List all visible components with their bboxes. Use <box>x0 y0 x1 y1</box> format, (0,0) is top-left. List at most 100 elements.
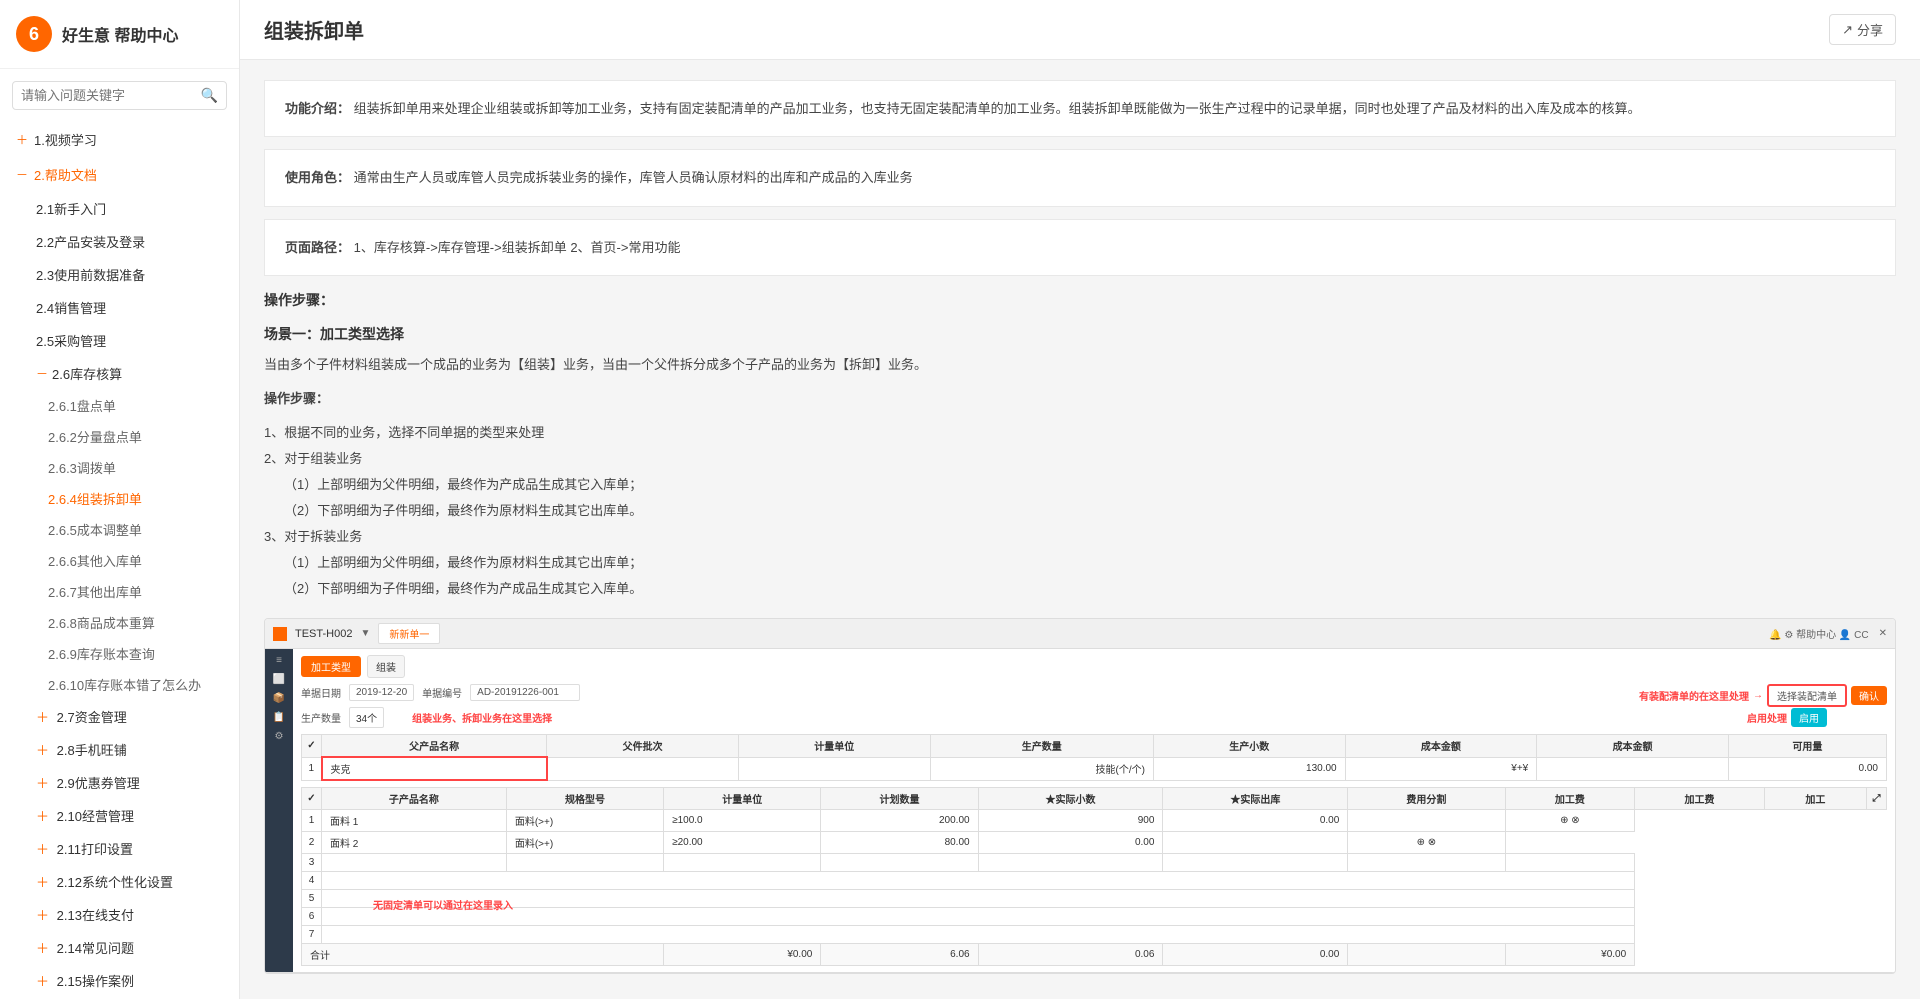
mock-footer-v6: ¥0.00 <box>1505 944 1635 966</box>
mock-table-col3: 计量单位 <box>738 735 930 758</box>
mock-sub-r1-plan: 200.00 <box>821 810 978 832</box>
mock-sub-r1-check: 1 <box>302 810 322 832</box>
mock-footer-v2: 6.06 <box>821 944 978 966</box>
search-input[interactable] <box>21 88 201 103</box>
path-text: 页面路径： 1、库存核算->库存管理->组装拆卸单 2、首页->常用功能 <box>285 236 1875 259</box>
mock-footer-v5 <box>1348 944 1505 966</box>
sidebar-item-label: 2.帮助文档 <box>34 165 97 184</box>
page-title: 组装拆卸单 <box>264 15 364 44</box>
sidebar-item-266[interactable]: 2.6.6其他入库单 <box>0 545 239 576</box>
sidebar-item-212[interactable]: ＋ 2.12系统个性化设置 <box>0 865 239 898</box>
mock-sub-r1-unit: ≥100.0 <box>664 810 821 832</box>
mock-row1-qty2: 130.00 <box>1153 757 1345 780</box>
mock-form-date: 2019-12-20 <box>349 684 414 701</box>
mock-sub-r3-c7 <box>1348 854 1505 872</box>
annotation3-text: 组装业务、拆卸业务在这里选择 <box>412 710 552 725</box>
search-icon[interactable]: 🔍 <box>201 87 218 104</box>
sidebar-item-28[interactable]: ＋ 2.8手机旺铺 <box>0 733 239 766</box>
mock-left-icon-3: 📦 <box>273 693 285 704</box>
sidebar-item-210[interactable]: ＋ 2.10经营管理 <box>0 799 239 832</box>
sidebar-item-211[interactable]: ＋ 2.11打印设置 <box>0 832 239 865</box>
mock-sub-r1-name: 面料 1 <box>322 810 507 832</box>
minus-icon-26: － <box>36 365 48 382</box>
sidebar-item-268[interactable]: 2.6.8商品成本重算 <box>0 607 239 638</box>
sidebar-item-23[interactable]: 2.3使用前数据准备 <box>0 258 239 291</box>
step-2-sub-2: （2）下部明细为子件明细，最终作为原材料生成其它出库单。 <box>284 498 1896 524</box>
mock-sub-r1-proc: ⊕ ⊗ <box>1505 810 1635 832</box>
step-1: 1、根据不同的业务，选择不同单据的类型来处理 <box>264 420 1896 446</box>
mock-sub-col3: 计量单位 <box>664 788 821 810</box>
step-3-sub-2: （2）下部明细为子件明细，最终作为产成品生成其它入库单。 <box>284 576 1896 602</box>
sidebar-item-docs[interactable]: － 2.帮助文档 <box>0 157 239 192</box>
sidebar-item-21[interactable]: 2.1新手入门 <box>0 192 239 225</box>
mock-table-col7: 成本金额 <box>1537 735 1729 758</box>
sidebar-item-27[interactable]: ＋ 2.7资金管理 <box>0 700 239 733</box>
main-area: 组装拆卸单 ↗ 分享 功能介绍： 组装拆卸单用来处理企业组装或拆卸等加工业务，支… <box>240 0 1920 999</box>
mock-confirm-btn[interactable]: 确认 <box>1851 686 1887 705</box>
mock-sub-r4-check: 4 <box>302 872 322 890</box>
mock-sub-col7: 费用分割 <box>1348 788 1505 810</box>
mock-sub-r2-proc: ⊕ ⊗ <box>1348 832 1505 854</box>
mock-new-btn[interactable]: 新新单一 <box>378 623 440 644</box>
mock-title: TEST-H002 <box>295 628 352 640</box>
mock-table-col8: 可用量 <box>1728 735 1886 758</box>
annotation4-text: 启用处理 <box>1747 710 1787 725</box>
logo-area: 6 好生意 帮助中心 <box>0 0 239 69</box>
mock-cancel-btn[interactable]: 组装 <box>367 655 405 678</box>
func-intro-text: 功能介绍： 组装拆卸单用来处理企业组装或拆卸等加工业务，支持有固定装配清单的产品… <box>285 97 1875 120</box>
logo-text: 好生意 帮助中心 <box>62 22 178 46</box>
mock-sub-r2-spec: 面料(>+) <box>506 832 663 854</box>
mock-sub-r3-c6 <box>1163 854 1348 872</box>
mock-left-icon-1: ≡ <box>276 655 282 666</box>
mock-screenshot: TEST-H002 ▼ 新新单一 🔔 ⚙ 帮助中心 👤 CC ✕ <box>265 619 1895 973</box>
sidebar-item-24[interactable]: 2.4销售管理 <box>0 291 239 324</box>
sidebar-item-265[interactable]: 2.6.5成本调整单 <box>0 514 239 545</box>
sidebar-item-26[interactable]: － 2.6库存核算 <box>0 357 239 390</box>
sidebar-item-video[interactable]: ＋ 1.视频学习 <box>0 122 239 157</box>
mock-sub-r2-act: 0.00 <box>978 832 1163 854</box>
mock-sub-r3-c2 <box>506 854 663 872</box>
step-2-sub-1: （1）上部明细为父件明细，最终作为产成品生成其它入库单； <box>284 472 1896 498</box>
sidebar-item-261[interactable]: 2.6.1盘点单 <box>0 390 239 421</box>
mock-left-icon-4: 📋 <box>273 712 285 723</box>
mock-left-icon-5: ⚙ <box>275 731 284 742</box>
share-icon: ↗ <box>1842 22 1853 38</box>
sidebar-item-2610[interactable]: 2.6.10库存账本错了怎么办 <box>0 669 239 700</box>
sidebar-item-25[interactable]: 2.5采购管理 <box>0 324 239 357</box>
mock-sub-col8: 加工费 <box>1505 788 1635 810</box>
sidebar-item-214[interactable]: ＋ 2.14常见问题 <box>0 931 239 964</box>
mock-enable-btn[interactable]: 启用 <box>1791 708 1827 727</box>
mock-form-num-label: 单据编号 <box>422 685 462 700</box>
share-button[interactable]: ↗ 分享 <box>1829 14 1896 45</box>
sidebar-item-267[interactable]: 2.6.7其他出库单 <box>0 576 239 607</box>
sidebar-item-263[interactable]: 2.6.3调拨单 <box>0 452 239 483</box>
mock-sub-col1: 子产品名称 <box>322 788 507 810</box>
mock-form-num: AD-20191226-001 <box>470 684 580 701</box>
minus-icon: － <box>16 166 28 183</box>
mock-sub-col5: ★实际小数 <box>978 788 1163 810</box>
role-block: 使用角色： 通常由生产人员或库管人员完成拆装业务的操作，库管人员确认原材料的出库… <box>264 149 1896 206</box>
mock-sub-r1-spec: 面料(>+) <box>506 810 663 832</box>
mock-sub-r6-check: 6 <box>302 908 322 926</box>
mock-close-btn[interactable]: ✕ <box>1879 628 1887 639</box>
mock-select-bom-btn[interactable]: 选择装配清单 <box>1767 684 1847 707</box>
search-box[interactable]: 🔍 <box>12 81 227 110</box>
sidebar-item-262[interactable]: 2.6.2分量盘点单 <box>0 421 239 452</box>
sidebar-item-215[interactable]: ＋ 2.15操作案例 <box>0 964 239 997</box>
annotation1-arrow: → <box>1753 690 1763 701</box>
sidebar-item-264[interactable]: 2.6.4组装拆卸单 <box>0 483 239 514</box>
sidebar-item-213[interactable]: ＋ 2.13在线支付 <box>0 898 239 931</box>
mock-table-col6: 成本金额 <box>1345 735 1537 758</box>
mock-row1-check: 1 <box>302 757 322 780</box>
mock-sub-col4: 计划数量 <box>821 788 978 810</box>
sidebar-item-269[interactable]: 2.6.9库存账本查询 <box>0 638 239 669</box>
mock-count-val: 34个 <box>349 707 384 728</box>
mock-save-btn[interactable]: 加工类型 <box>301 656 361 677</box>
sidebar-item-22[interactable]: 2.2产品安装及登录 <box>0 225 239 258</box>
mock-nav-icons: 🔔 ⚙ 帮助中心 👤 CC <box>1769 626 1868 641</box>
mock-sub-r1-out: 0.00 <box>1163 810 1348 832</box>
mock-sub-col11: ⤢ <box>1867 788 1887 810</box>
sidebar-item-29[interactable]: ＋ 2.9优惠券管理 <box>0 766 239 799</box>
mock-footer-v3: 0.06 <box>978 944 1163 966</box>
mock-row1-qty: 技能(个/个) <box>930 757 1153 780</box>
